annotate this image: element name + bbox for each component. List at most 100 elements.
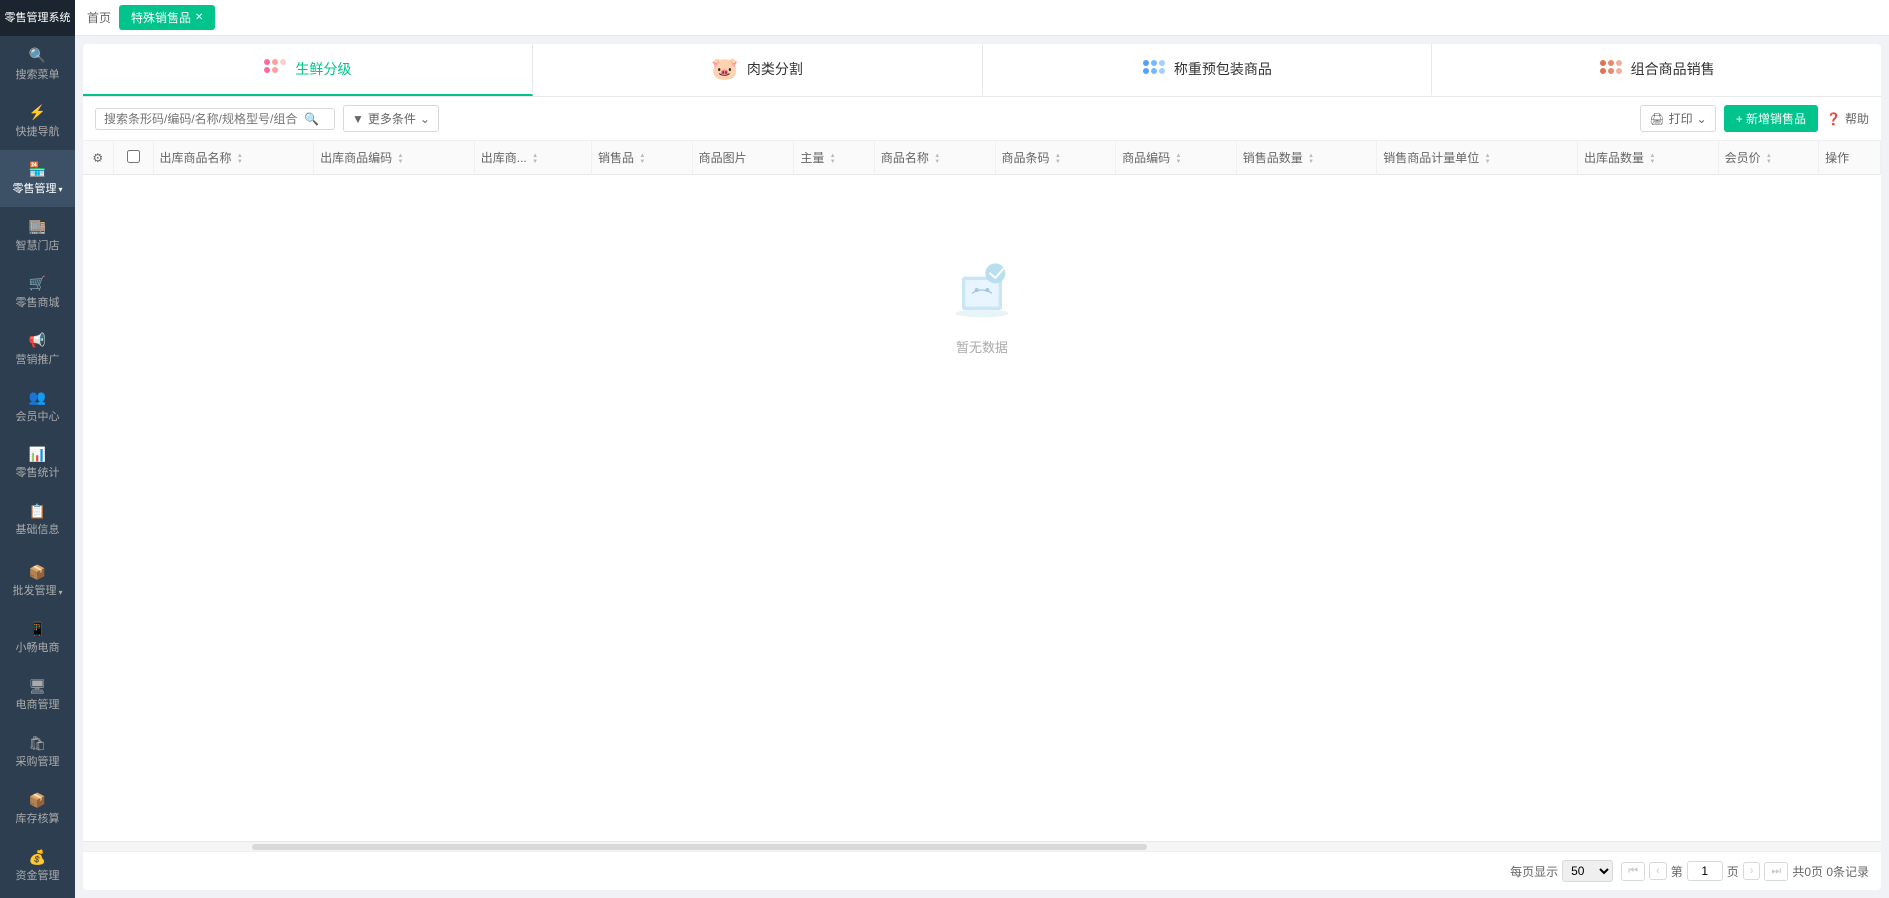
sidebar-item-retail-mgmt[interactable]: 🏪 零售管理 ▾ (0, 150, 75, 207)
page-label: 第 (1671, 863, 1683, 880)
chevron-down-icon: ▾ (58, 184, 62, 195)
quick-nav-icon: ⚡ (29, 103, 46, 123)
sidebar-item-finance-mgmt[interactable]: 💰 资金管理 (0, 838, 75, 895)
filter-button[interactable]: ▼ 更多条件 ⌄ (343, 105, 439, 132)
wholesale-mgmt-icon: 📦 (29, 563, 46, 583)
th-action: 操作 (1819, 141, 1881, 175)
help-icon: ❓ (1826, 112, 1841, 126)
per-page-label: 每页显示 (1510, 863, 1558, 880)
empty-state-illustration (942, 255, 1022, 325)
sort-icon[interactable]: ▲▼ (1308, 153, 1314, 165)
th-outlet-qty: 出库品数量 ▲▼ (1577, 141, 1718, 175)
page-number-input[interactable] (1687, 861, 1723, 881)
sort-icon[interactable]: ▲▼ (1485, 153, 1491, 165)
sidebar-item-label: 资金管理 (16, 869, 60, 884)
sidebar-item-label: 零售管理 (12, 182, 56, 197)
sidebar-item-ecommerce-mgmt[interactable]: 🖥 电商管理 (0, 667, 75, 724)
tab-meat-cut[interactable]: 🐷 肉类分割 (533, 44, 983, 96)
sidebar-item-smart-store[interactable]: 🏬 智慧门店 (0, 207, 75, 264)
prev-page-button[interactable]: ‹ (1649, 862, 1667, 880)
th-outlet-name: 出库商品名称 ▲▼ (153, 141, 314, 175)
category-tabs: 生鲜分级 🐷 肉类分割 称重预包装商品 (83, 44, 1881, 97)
sort-icon[interactable]: ▲▼ (1649, 153, 1655, 165)
tab-weigh-pack[interactable]: 称重预包装商品 (983, 44, 1433, 96)
chevron-down-icon: ▾ (58, 587, 62, 598)
tab-weigh-pack-label: 称重预包装商品 (1174, 59, 1272, 79)
sidebar-item-retail-stats[interactable]: 📊 零售统计 (0, 435, 75, 492)
tab-combo-sales[interactable]: 组合商品销售 (1432, 44, 1881, 96)
th-checkbox[interactable] (113, 141, 153, 175)
search-box[interactable]: 🔍 (95, 108, 335, 130)
sidebar-item-purchase-mgmt[interactable]: 🛍 采购管理 (0, 724, 75, 781)
sort-icon[interactable]: ▲▼ (934, 153, 940, 165)
retail-mall-icon: 🛒 (29, 274, 46, 294)
print-icon: 🖨 (1649, 112, 1664, 126)
add-sales-item-label: + 新增销售品 (1736, 110, 1806, 127)
th-weight: 主量 ▲▼ (794, 141, 875, 175)
sidebar-item-label: 搜索菜单 (16, 68, 60, 83)
next-page-button[interactable]: › (1743, 862, 1761, 880)
sidebar-item-sales-promo[interactable]: 📢 营销推广 (0, 321, 75, 378)
sidebar-item-label: 库存核算 (16, 812, 60, 827)
sort-icon[interactable]: ▲▼ (397, 153, 403, 165)
close-tab-button[interactable]: ✕ (195, 12, 203, 23)
tab-meat-cut-label: 肉类分割 (747, 59, 803, 79)
first-page-button[interactable]: ⏮ (1621, 862, 1645, 881)
empty-state: 暂无数据 (83, 175, 1881, 436)
scrollbar-thumb[interactable] (252, 844, 1147, 850)
sidebar-item-member-center[interactable]: 👥 会员中心 (0, 378, 75, 435)
sidebar-item-inventory[interactable]: 📦 库存核算 (0, 781, 75, 838)
th-settings[interactable]: ⚙ (83, 141, 113, 175)
sort-icon[interactable]: ▲▼ (1766, 153, 1772, 165)
sidebar-item-retail-mall[interactable]: 🛒 零售商城 (0, 264, 75, 321)
horizontal-scrollbar[interactable] (83, 841, 1881, 851)
tab-fresh-grade-label: 生鲜分级 (295, 59, 351, 79)
data-table: ⚙ 出库商品名称 ▲▼ 出库商品编码 ▲▼ (83, 141, 1881, 175)
last-page-button[interactable]: ⏭ (1764, 862, 1788, 881)
app-logo: 零售管理系统 (0, 0, 75, 36)
th-product-name: 商品名称 ▲▼ (874, 141, 995, 175)
sort-icon[interactable]: ▲▼ (639, 153, 645, 165)
sidebar: 零售管理系统 🔍 搜索菜单 ⚡ 快捷导航 🏪 零售管理 ▾ 🏬 智慧门店 🛒 零… (0, 0, 75, 898)
sales-promo-icon: 📢 (29, 331, 46, 351)
search-menu-icon: 🔍 (29, 46, 46, 66)
th-member-price: 会员价 ▲▼ (1718, 141, 1819, 175)
per-page-select[interactable]: 50 10 20 100 (1562, 860, 1613, 882)
sidebar-item-label: 采购管理 (16, 755, 60, 770)
print-button[interactable]: 🖨 打印 ⌄ (1640, 105, 1715, 132)
home-breadcrumb[interactable]: 首页 (87, 9, 111, 26)
sidebar-item-basic-info[interactable]: 📋 基础信息 (0, 492, 75, 549)
member-center-icon: 👥 (29, 388, 46, 408)
retail-mgmt-icon: 🏪 (29, 160, 46, 180)
sidebar-item-label: 批发管理 (12, 584, 56, 599)
sidebar-item-quick-nav[interactable]: ⚡ 快捷导航 (0, 93, 75, 150)
add-sales-item-button[interactable]: + 新增销售品 (1724, 105, 1818, 132)
tab-fresh-grade[interactable]: 生鲜分级 (83, 44, 533, 96)
th-sale-item: 销售品 ▲▼ (592, 141, 693, 175)
search-input[interactable] (104, 112, 304, 126)
sort-icon[interactable]: ▲▼ (830, 153, 836, 165)
search-icon[interactable]: 🔍 (304, 112, 319, 126)
sidebar-item-label: 会员中心 (16, 410, 60, 425)
select-all-checkbox[interactable] (127, 150, 140, 163)
table-container: ⚙ 出库商品名称 ▲▼ 出库商品编码 ▲▼ (83, 141, 1881, 841)
sidebar-item-label: 零售统计 (16, 466, 60, 481)
toolbar-left: 🔍 ▼ 更多条件 ⌄ (95, 105, 439, 132)
purchase-mgmt-icon: 🛍 (29, 734, 47, 754)
smart-store-icon: 🏬 (29, 217, 46, 237)
settings-icon: ⚙ (92, 151, 103, 165)
th-sale-unit: 销售商品计量单位 ▲▼ (1377, 141, 1578, 175)
sidebar-item-wholesale-mgmt[interactable]: 📦 批发管理 ▾ (0, 553, 75, 610)
sidebar-item-mini-shop[interactable]: 📱 小畅电商 (0, 610, 75, 667)
sort-icon[interactable]: ▲▼ (1055, 153, 1061, 165)
help-button[interactable]: ❓ 帮助 (1826, 110, 1869, 127)
sidebar-item-search-menu[interactable]: 🔍 搜索菜单 (0, 36, 75, 93)
active-tab[interactable]: 特殊销售品 ✕ (119, 5, 215, 30)
chevron-down-icon: ⌄ (420, 112, 430, 126)
combo-sales-icon (1599, 57, 1623, 81)
sort-icon[interactable]: ▲▼ (532, 153, 538, 165)
page-navigation: ⏮ ‹ 第 页 › ⏭ 共0页 0条记录 (1621, 861, 1869, 881)
sort-icon[interactable]: ▲▼ (1175, 153, 1181, 165)
finance-mgmt-icon: 💰 (29, 848, 46, 868)
sort-icon[interactable]: ▲▼ (237, 153, 243, 165)
